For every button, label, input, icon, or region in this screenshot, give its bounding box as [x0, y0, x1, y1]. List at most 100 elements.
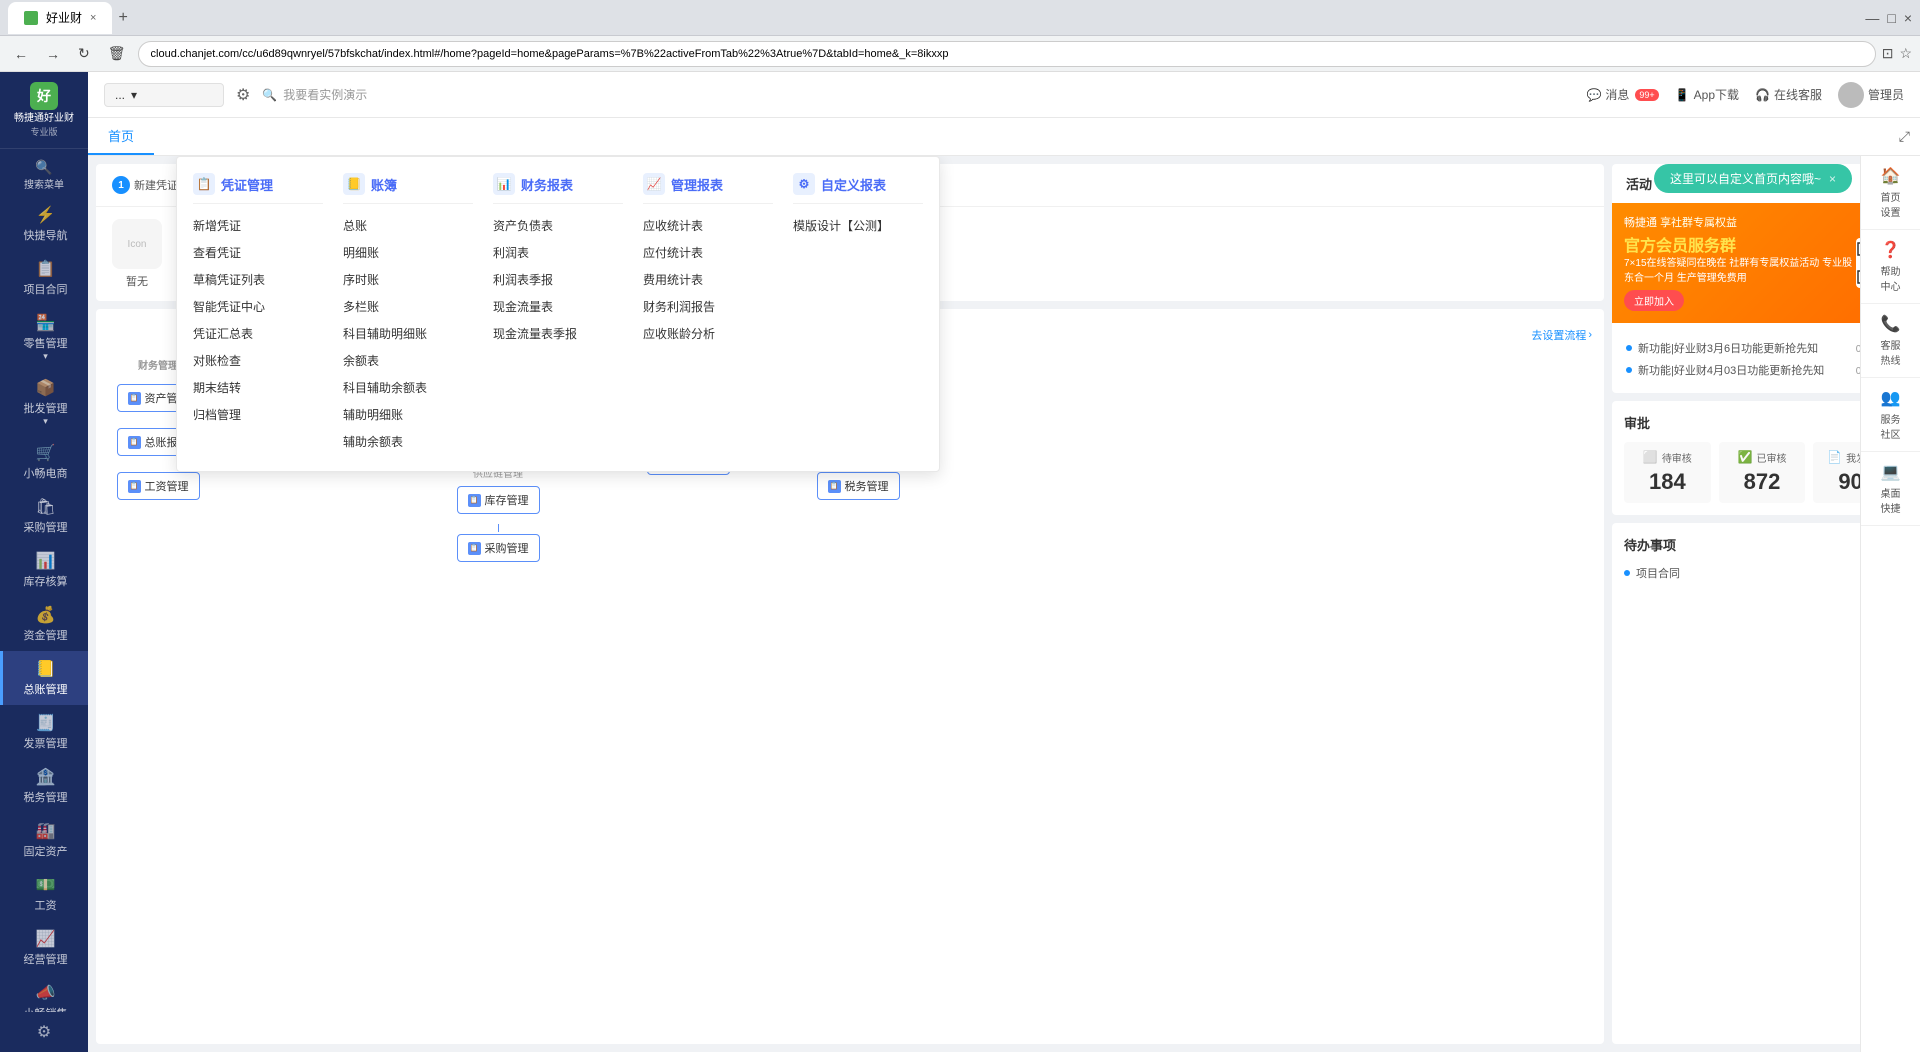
user-avatar-button[interactable]: 管理员: [1838, 82, 1904, 108]
browser-tab-active[interactable]: 好业财 ×: [8, 2, 112, 34]
menu-item-smart-voucher[interactable]: 智能凭证中心: [193, 293, 323, 320]
logo-icon: 好: [30, 82, 58, 110]
menu-item-general-ledger[interactable]: 总账: [343, 212, 473, 239]
menu-item-new-voucher[interactable]: 新增凭证: [193, 212, 323, 239]
right-panel-community[interactable]: 👥 服务社区: [1861, 378, 1920, 452]
company-selector[interactable]: ... ▾: [104, 83, 224, 107]
sidebar-item-tax[interactable]: 🏦 税务管理: [0, 759, 88, 813]
right-panel: 🏠 首页设置 ❓ 帮助中心 📞 客服热线 👥 服务社区 💻 桌面快捷: [1860, 156, 1920, 1052]
address-bar[interactable]: [138, 41, 1876, 67]
menu-item-view-voucher[interactable]: 查看凭证: [193, 239, 323, 266]
sidebar-item-purchase[interactable]: 🛍 采购管理: [0, 489, 88, 543]
new-tab-button[interactable]: +: [118, 9, 127, 27]
nav-delete-button[interactable]: 🗑: [102, 41, 132, 66]
sidebar-item-salary[interactable]: 💵 工资: [0, 867, 88, 921]
menu-item-balance[interactable]: 余额表: [343, 347, 473, 374]
sidebar-item-invoice[interactable]: 🧾 发票管理: [0, 705, 88, 759]
inventory-icon: 📊: [36, 551, 56, 571]
quick-icon-1[interactable]: Icon 暂无: [112, 219, 162, 289]
approved-label: ✅ 已审核: [1738, 450, 1787, 465]
menu-item-income-quarterly[interactable]: 利润表季报: [493, 266, 623, 293]
menu-item-profit-report[interactable]: 财务利润报告: [643, 293, 773, 320]
tab-close-btn[interactable]: ×: [90, 12, 96, 24]
nav-refresh-button[interactable]: ↻: [72, 41, 96, 66]
menu-item-subject-aux-detail[interactable]: 科目辅助明细账: [343, 320, 473, 347]
sidebar-item-ecommerce[interactable]: 🛒 小畅电商: [0, 435, 88, 489]
nav-forward-button[interactable]: →: [40, 42, 66, 66]
section-header-financial-report: 📊 财务报表: [493, 173, 623, 204]
menu-item-expense-stats[interactable]: 费用统计表: [643, 266, 773, 293]
tab-expand-icon[interactable]: ⤢: [1899, 128, 1910, 145]
cast-icon[interactable]: ⊡: [1882, 45, 1894, 62]
menu-item-detailed-ledger[interactable]: 明细账: [343, 239, 473, 266]
menu-item-ar-stats[interactable]: 应收统计表: [643, 212, 773, 239]
menu-item-draft-voucher[interactable]: 草稿凭证列表: [193, 266, 323, 293]
menu-item-cashflow-quarterly[interactable]: 现金流量表季报: [493, 320, 623, 347]
topbar-settings-icon[interactable]: ⚙: [236, 85, 250, 105]
menu-item-period-close[interactable]: 期末结转: [193, 374, 323, 401]
sidebar-item-management[interactable]: 📈 经营管理: [0, 921, 88, 975]
sidebar-item-retail[interactable]: 🏪 零售管理 ▾: [0, 305, 88, 370]
inventory-mgmt-icon: 📋: [468, 494, 481, 507]
approval-stat-pending[interactable]: ⬜ 待审核 184: [1624, 442, 1711, 503]
sidebar-item-quick-nav[interactable]: ⚡ 快捷导航: [0, 197, 88, 251]
menu-item-reconcile[interactable]: 对账检查: [193, 347, 323, 374]
menu-item-archive[interactable]: 归档管理: [193, 401, 323, 428]
flow-node-inventory-mgmt[interactable]: 📋 库存管理: [457, 486, 540, 514]
sidebar-item-project[interactable]: 📋 项目合同: [0, 251, 88, 305]
approval-stat-approved[interactable]: ✅ 已审核 872: [1719, 442, 1806, 503]
tooltip-text: 这里可以自定义首页内容哦~: [1670, 170, 1821, 187]
search-bar[interactable]: 🔍 我要看实例演示: [262, 86, 562, 103]
tab-home[interactable]: 首页: [88, 118, 154, 155]
right-panel-desktop[interactable]: 💻 桌面快捷: [1861, 452, 1920, 526]
sidebar-item-ledger[interactable]: 📒 总账管理: [0, 651, 88, 705]
sidebar-item-finance[interactable]: 💰 资金管理: [0, 597, 88, 651]
right-panel-home-settings[interactable]: 🏠 首页设置: [1861, 156, 1920, 230]
window-close[interactable]: ×: [1904, 10, 1912, 26]
nav-back-button[interactable]: ←: [8, 42, 34, 66]
support-icon: 🎧: [1755, 88, 1770, 102]
menu-item-sequence-ledger[interactable]: 序时账: [343, 266, 473, 293]
flow-node-tax-mgmt[interactable]: 📋 税务管理: [817, 472, 900, 500]
bookmark-icon[interactable]: ☆: [1899, 45, 1912, 62]
salary-icon: 💵: [36, 875, 56, 895]
menu-item-ar-aging[interactable]: 应收账龄分析: [643, 320, 773, 347]
right-panel-hotline[interactable]: 📞 客服热线: [1861, 304, 1920, 378]
sidebar-item-wholesale[interactable]: 📦 批发管理 ▾: [0, 370, 88, 435]
sidebar-item-inventory[interactable]: 📊 库存核算: [0, 543, 88, 597]
menu-item-ap-stats[interactable]: 应付统计表: [643, 239, 773, 266]
search-placeholder[interactable]: 我要看实例演示: [283, 86, 367, 103]
menu-item-multi-ledger[interactable]: 多栏账: [343, 293, 473, 320]
activity-banner-sub: 7×15在线答疑同在晚在 社群有专属权益活动 专业股东合一个月 生产管理免费用: [1624, 256, 1856, 286]
window-minimize[interactable]: —: [1865, 10, 1879, 26]
online-support-button[interactable]: 🎧 在线客服: [1755, 86, 1822, 103]
sidebar-item-sales[interactable]: 📣 小畅销售: [0, 975, 88, 1012]
menu-item-income-statement[interactable]: 利润表: [493, 239, 623, 266]
flow-node-salary-mgmt[interactable]: 📋 工资管理: [117, 472, 200, 500]
custom-report-section-icon: ⚙: [793, 173, 815, 195]
pending-icon: ⬜: [1643, 450, 1658, 464]
general-report-icon: 📋: [128, 436, 141, 449]
app-download-button[interactable]: 📱 App下载: [1675, 86, 1739, 103]
message-button[interactable]: 💬 消息 99+: [1586, 86, 1658, 103]
page-content: 📋 凭证管理 新增凭证 查看凭证 草稿凭证列表 智能凭证中心 凭证汇总表 对账检…: [88, 156, 1920, 1052]
sidebar-search[interactable]: 🔍 搜索菜单: [0, 153, 88, 197]
menu-item-aux-balance[interactable]: 辅助余额表: [343, 428, 473, 455]
flow-node-purchase-mgmt[interactable]: 📋 采购管理: [457, 534, 540, 562]
wholesale-icon: 📦: [36, 378, 56, 398]
window-maximize[interactable]: □: [1887, 10, 1895, 26]
sidebar-item-assets[interactable]: 🏭 固定资产: [0, 813, 88, 867]
right-panel-help[interactable]: ❓ 帮助中心: [1861, 230, 1920, 304]
todo-item-project: 项目合同: [1624, 562, 1900, 584]
sidebar-gear-button[interactable]: ⚙: [27, 1012, 61, 1052]
tooltip-close-button[interactable]: ×: [1829, 172, 1836, 186]
menu-item-voucher-summary[interactable]: 凭证汇总表: [193, 320, 323, 347]
menu-item-template-design[interactable]: 模版设计【公测】: [793, 212, 923, 239]
setup-flow-link[interactable]: 去设置流程 ›: [1531, 327, 1592, 343]
menu-item-subject-aux-balance[interactable]: 科目辅助余额表: [343, 374, 473, 401]
menu-item-aux-detail[interactable]: 辅助明细账: [343, 401, 473, 428]
menu-item-balance-sheet[interactable]: 资产负债表: [493, 212, 623, 239]
activity-join-button[interactable]: 立即加入: [1624, 290, 1684, 311]
menu-item-cashflow[interactable]: 现金流量表: [493, 293, 623, 320]
flow-col-finance-title: 财务管理: [138, 357, 178, 372]
